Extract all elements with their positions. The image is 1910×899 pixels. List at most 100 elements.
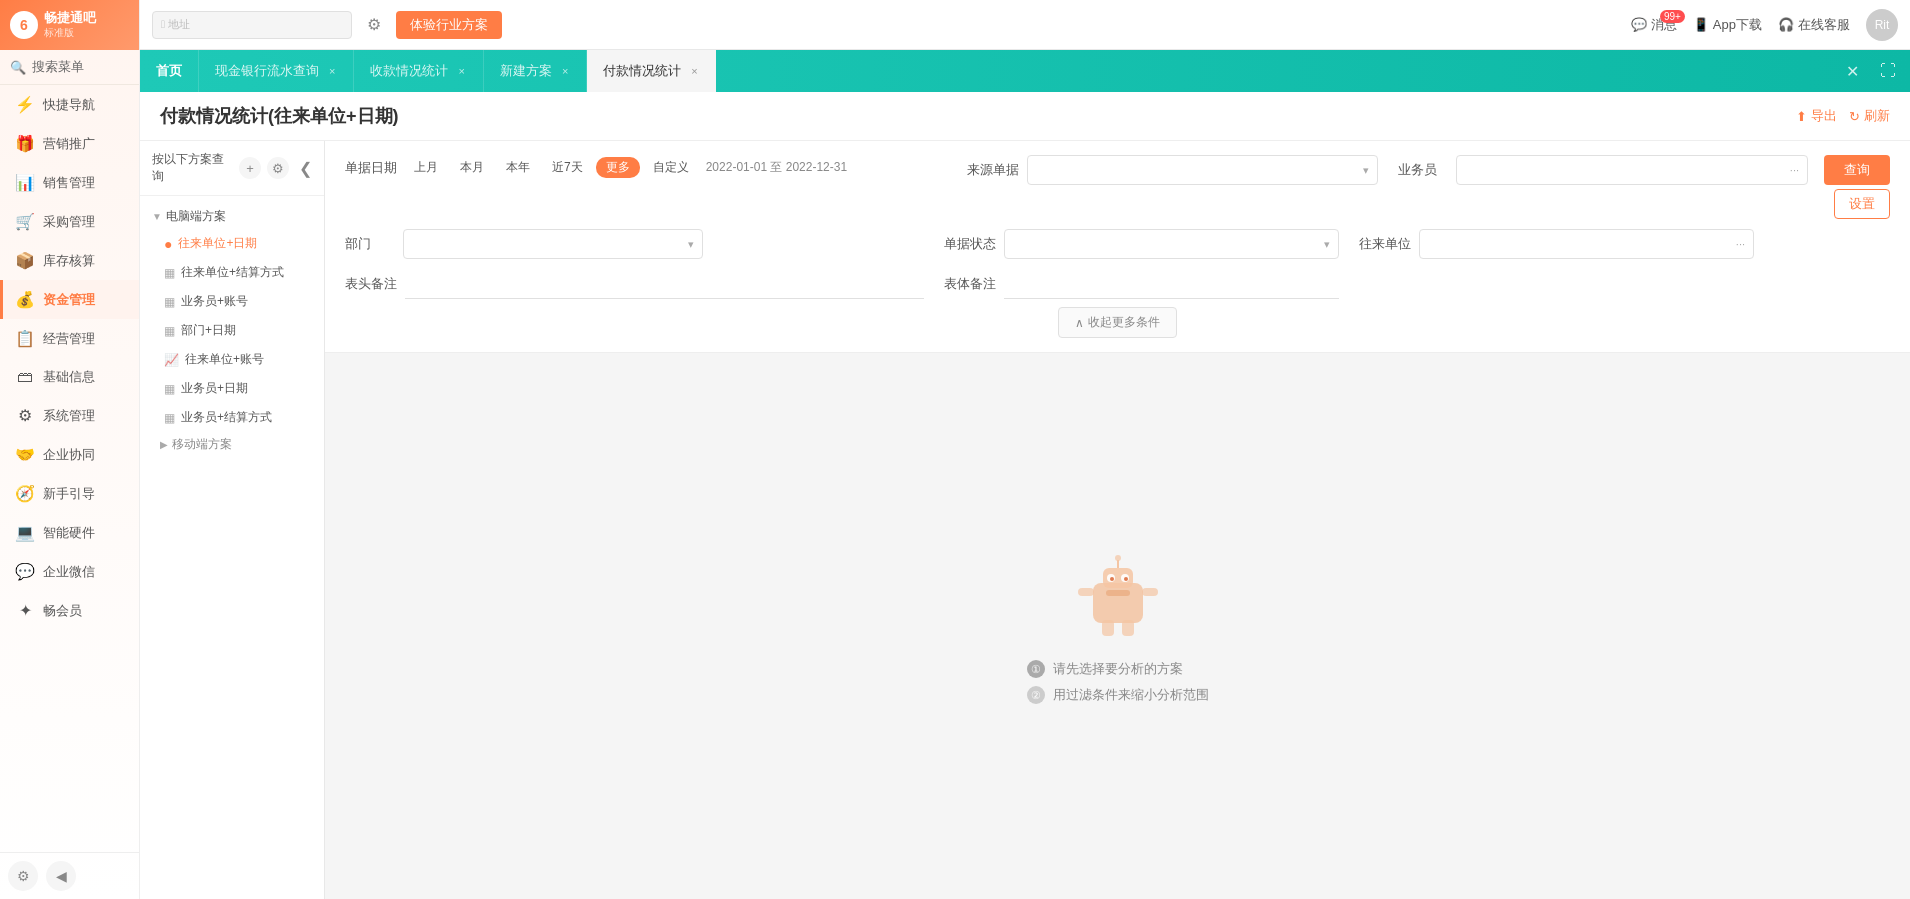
industry-btn[interactable]: 体验行业方案: [396, 11, 502, 39]
sidebar-item-vip[interactable]: ✦ 畅会员: [0, 591, 139, 630]
plan-item-icon: ▦: [164, 324, 175, 338]
date-more-btn[interactable]: 更多: [596, 157, 640, 178]
date-custom-btn[interactable]: 自定义: [644, 155, 698, 180]
tab-receipts[interactable]: 收款情况统计 ×: [354, 50, 483, 92]
tab-close-all-btn[interactable]: ✕: [1838, 57, 1866, 85]
plan-item-label: 部门+日期: [181, 322, 236, 339]
topbar-gear-icon[interactable]: ⚙: [360, 11, 388, 39]
search-menu[interactable]: 🔍 搜索菜单: [0, 50, 139, 85]
page-header-actions: ⬆ 导出 ↻ 刷新: [1796, 107, 1890, 125]
sidebar-item-system[interactable]: ⚙ 系统管理: [0, 396, 139, 435]
tab-bank-close-icon[interactable]: ×: [327, 64, 337, 78]
plan-add-btn[interactable]: +: [239, 157, 261, 179]
app-download-btn[interactable]: 📱 App下载: [1693, 16, 1762, 34]
export-btn[interactable]: ⬆ 导出: [1796, 107, 1837, 125]
export-icon: ⬆: [1796, 109, 1807, 124]
query-btn[interactable]: 查询: [1824, 155, 1890, 185]
service-label: 在线客服: [1798, 16, 1850, 34]
address-bar[interactable]:  地址: [152, 11, 352, 39]
sidebar-item-marketing[interactable]: 🎁 营销推广: [0, 124, 139, 163]
sidebar-item-quick-nav[interactable]: ⚡ 快捷导航: [0, 85, 139, 124]
nav-label: 畅会员: [43, 602, 82, 620]
filter-row-2: 部门 ▾ 单据状态 ▾: [345, 229, 1890, 259]
tab-bank[interactable]: 现金银行流水查询 ×: [199, 50, 354, 92]
staff-select[interactable]: ···: [1456, 155, 1808, 185]
table-body-note-filter: 表体备注: [944, 269, 1339, 299]
nav-label: 企业协同: [43, 446, 95, 464]
date-last7-btn[interactable]: 近7天: [543, 155, 592, 180]
filter-settings-btn[interactable]: 设置: [1834, 189, 1890, 219]
dept-select[interactable]: ▾: [403, 229, 703, 259]
tab-new-plan[interactable]: 新建方案 ×: [484, 50, 587, 92]
plan-settings-btn[interactable]: ⚙: [267, 157, 289, 179]
sidebar-item-wechat[interactable]: 💬 企业微信: [0, 552, 139, 591]
collapse-label: 收起更多条件: [1088, 314, 1160, 331]
nav-icon: 🤝: [15, 445, 35, 464]
plan-item-staff-settle[interactable]: ▦ 业务员+结算方式: [140, 403, 324, 432]
nav-label: 基础信息: [43, 368, 95, 386]
nav-icon: ✦: [15, 601, 35, 620]
user-avatar[interactable]: Rit: [1866, 9, 1898, 41]
page-content: 付款情况统计(往来单位+日期) ⬆ 导出 ↻ 刷新 按以下方案查询 + ⚙: [140, 92, 1910, 899]
tab-payment-stat-close-icon[interactable]: ×: [689, 64, 699, 78]
collapse-btn[interactable]: ∧ 收起更多条件: [1058, 307, 1177, 338]
plan-item-dept-date[interactable]: ▦ 部门+日期: [140, 316, 324, 345]
tab-expand-btn[interactable]: ⛶: [1874, 57, 1902, 85]
sidebar-item-purchase[interactable]: 🛒 采购管理: [0, 202, 139, 241]
message-btn[interactable]: 💬 消息 99+: [1631, 16, 1677, 34]
svg-rect-8: [1106, 590, 1130, 596]
date-last-month-btn[interactable]: 上月: [405, 155, 447, 180]
date-range-display: 2022-01-01 至 2022-12-31: [706, 159, 847, 176]
empty-tip-2: ② 用过滤条件来缩小分析范围: [1027, 686, 1209, 704]
plan-item-partner-account[interactable]: 📈 往来单位+账号: [140, 345, 324, 374]
sidebar-item-inventory[interactable]: 📦 库存核算: [0, 241, 139, 280]
table-head-note-input[interactable]: [405, 269, 924, 299]
refresh-btn[interactable]: ↻ 刷新: [1849, 107, 1890, 125]
table-head-note-label: 表头备注: [345, 275, 397, 293]
plan-item-partner-settle[interactable]: ▦ 往来单位+结算方式: [140, 258, 324, 287]
plan-item-staff-account[interactable]: ▦ 业务员+账号: [140, 287, 324, 316]
tip-text-1: 请先选择要分析的方案: [1053, 660, 1183, 678]
panel-collapse-btn[interactable]: ❮: [299, 159, 312, 178]
tab-payment-stat[interactable]: 付款情况统计 ×: [587, 50, 715, 92]
sidebar-collapse-btn[interactable]: ◀: [46, 861, 76, 891]
content-wrapper: 按以下方案查询 + ⚙ ❮ ▼ 电脑端方案 ● 往来单位+日期 ▦: [140, 141, 1910, 899]
plan-item-staff-date[interactable]: ▦ 业务员+日期: [140, 374, 324, 403]
refresh-icon: ↻: [1849, 109, 1860, 124]
dept-label: 部门: [345, 235, 395, 253]
table-head-note-filter: 表头备注: [345, 269, 924, 299]
nav-label: 库存核算: [43, 252, 95, 270]
table-body-note-input[interactable]: [1004, 269, 1339, 299]
tabbar: 首页 现金银行流水查询 × 收款情况统计 × 新建方案 × 付款情况统计 × ✕…: [140, 50, 1910, 92]
desktop-arrow-icon: ▼: [152, 211, 162, 222]
source-select[interactable]: ▾: [1027, 155, 1377, 185]
staff-filter: 业务员 ···: [1398, 155, 1808, 185]
topbar-right: 💬 消息 99+ 📱 App下载 🎧 在线客服 Rit: [1631, 9, 1898, 41]
sidebar-item-sales[interactable]: 📊 销售管理: [0, 163, 139, 202]
sidebar-item-capital[interactable]: 💰 资金管理: [0, 280, 139, 319]
partner-select[interactable]: ···: [1419, 229, 1754, 259]
mobile-arrow-icon: ▶: [160, 439, 168, 450]
voucher-status-select[interactable]: ▾: [1004, 229, 1339, 259]
sidebar-item-operation[interactable]: 📋 经营管理: [0, 319, 139, 358]
date-this-year-btn[interactable]: 本年: [497, 155, 539, 180]
sidebar-item-guide[interactable]: 🧭 新手引导: [0, 474, 139, 513]
sidebar-settings-btn[interactable]: ⚙: [8, 861, 38, 891]
plan-item-icon: ▦: [164, 382, 175, 396]
nav-icon: 🗃: [15, 368, 35, 386]
mobile-group-header[interactable]: ▶ 移动端方案: [140, 432, 324, 457]
plan-item-partner-date[interactable]: ● 往来单位+日期: [140, 229, 324, 258]
tab-receipts-close-icon[interactable]: ×: [456, 64, 466, 78]
tab-new-plan-close-icon[interactable]: ×: [560, 64, 570, 78]
desktop-group-header[interactable]: ▼ 电脑端方案: [140, 204, 324, 229]
empty-state: ① 请先选择要分析的方案 ② 用过滤条件来缩小分析范围: [1027, 548, 1209, 704]
tab-home[interactable]: 首页: [140, 50, 199, 92]
online-service-btn[interactable]: 🎧 在线客服: [1778, 16, 1850, 34]
sidebar-item-basic[interactable]: 🗃 基础信息: [0, 358, 139, 396]
nav-icon: ⚡: [15, 95, 35, 114]
date-this-month-btn[interactable]: 本月: [451, 155, 493, 180]
sidebar-item-hardware[interactable]: 💻 智能硬件: [0, 513, 139, 552]
svg-point-7: [1115, 555, 1121, 561]
topbar:  地址 ⚙ 体验行业方案 💬 消息 99+ 📱 App下载 🎧 在线客服 Ri…: [140, 0, 1910, 50]
sidebar-item-enterprise[interactable]: 🤝 企业协同: [0, 435, 139, 474]
